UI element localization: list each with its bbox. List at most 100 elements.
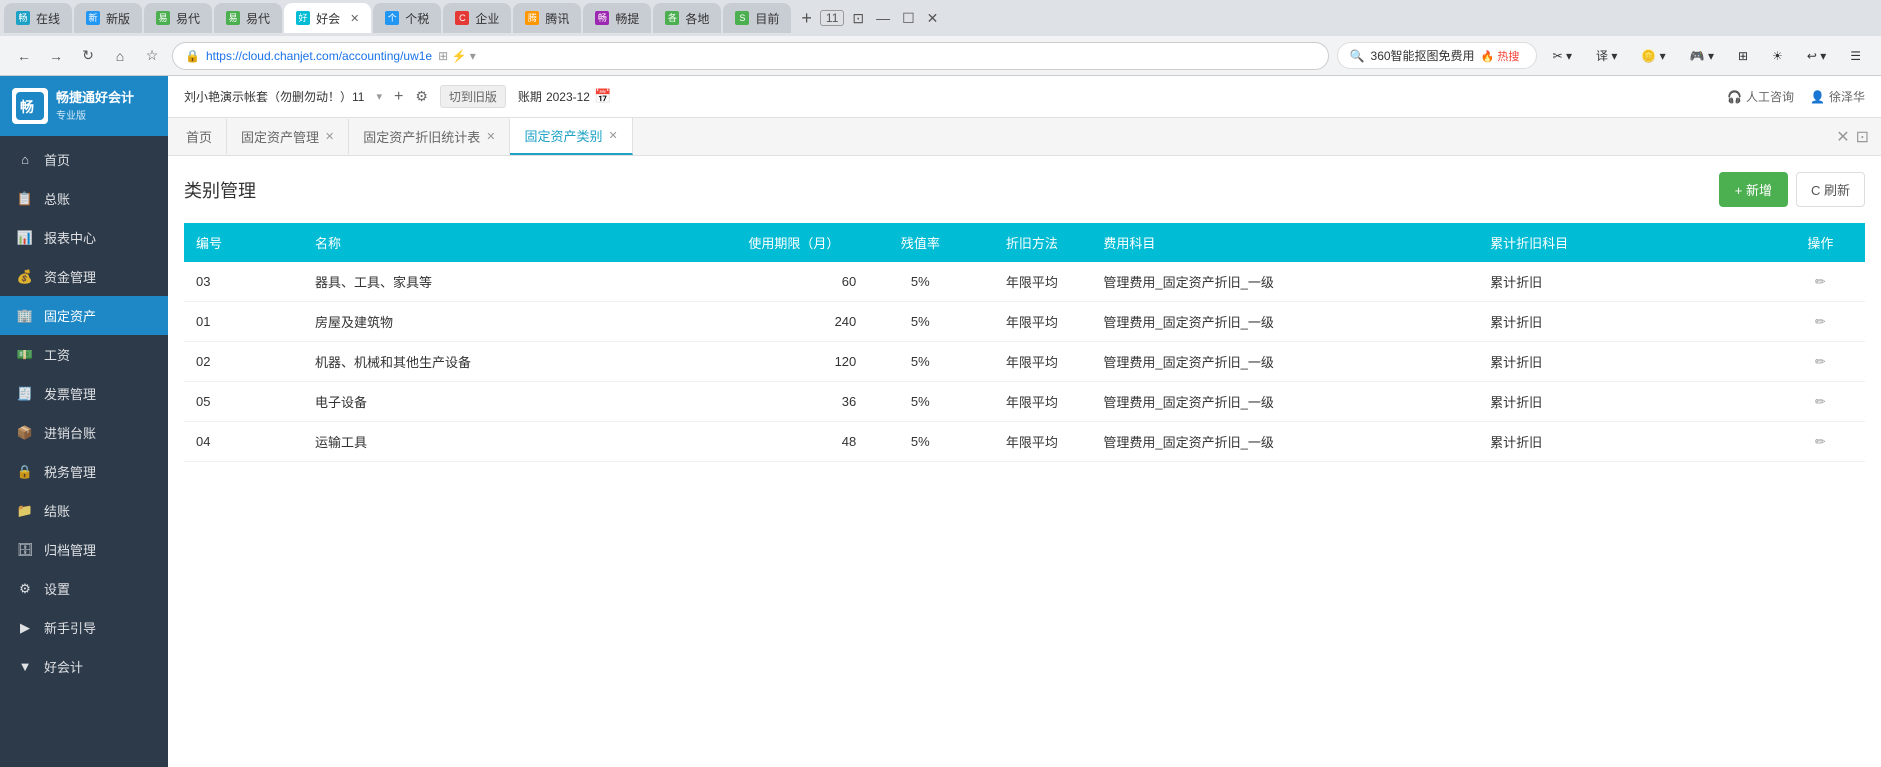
- reload-button[interactable]: ↻: [76, 44, 100, 68]
- more-icon: ▼: [16, 658, 34, 676]
- calendar-icon[interactable]: 📅: [594, 88, 611, 105]
- col-name: 名称: [303, 223, 720, 262]
- tab-fixed-mgmt[interactable]: 固定资产管理 ✕: [227, 119, 349, 154]
- browser-tab-4[interactable]: 易 易代: [214, 3, 282, 33]
- sidebar-item-home[interactable]: ⌂ 首页: [0, 140, 168, 179]
- tab-close-category[interactable]: ✕: [609, 129, 618, 142]
- topbar-period: 账期 2023-12 📅: [518, 88, 612, 105]
- sidebar-item-salary[interactable]: 💵 工资: [0, 335, 168, 374]
- settings-cog-button[interactable]: ⚙: [415, 88, 428, 105]
- browser-tab-5[interactable]: 好 好会 ✕: [284, 3, 371, 33]
- browser-tab-3[interactable]: 易 易代: [144, 3, 212, 33]
- close-window-icon[interactable]: ✕: [923, 10, 943, 27]
- row2-period: 240: [720, 302, 869, 342]
- menu-icon-btn[interactable]: ☰: [1842, 45, 1869, 67]
- minimize-icon[interactable]: —: [872, 10, 894, 26]
- browser-tab-2[interactable]: 新 新版: [74, 3, 142, 33]
- sidebar-item-fund[interactable]: 💰 资金管理: [0, 257, 168, 296]
- sidebar-item-invoice[interactable]: 🧾 发票管理: [0, 374, 168, 413]
- edit-icon-row3[interactable]: ✏: [1815, 354, 1826, 369]
- row3-code: 02: [184, 342, 303, 382]
- tab-close-depreciation[interactable]: ✕: [486, 130, 495, 143]
- main-content: 类别管理 + 新增 C 刷新 编号 名称 使用期限（月） 残值率 折旧方法 费用…: [168, 156, 1881, 767]
- edit-icon-row4[interactable]: ✏: [1815, 394, 1826, 409]
- new-tab-button[interactable]: +: [797, 8, 816, 29]
- browser-tab-6[interactable]: 个 个税: [373, 3, 441, 33]
- row2-action[interactable]: ✏: [1776, 302, 1865, 342]
- col-period: 使用期限（月）: [720, 223, 869, 262]
- tab-favicon-4: 易: [226, 11, 240, 25]
- row3-name: 机器、机械和其他生产设备: [303, 342, 720, 382]
- tab-favicon-7: C: [455, 11, 469, 25]
- service-label: 人工咨询: [1746, 88, 1794, 105]
- tab-close-5[interactable]: ✕: [350, 12, 359, 25]
- translate-icon-btn[interactable]: 译 ▾: [1588, 43, 1625, 68]
- edit-icon-row1[interactable]: ✏: [1815, 274, 1826, 289]
- cut-icon-btn[interactable]: ✂ ▾: [1545, 45, 1580, 67]
- row5-period: 48: [720, 422, 869, 462]
- bookmark-button[interactable]: ☆: [140, 44, 164, 68]
- user-dropdown-icon[interactable]: ▾: [376, 90, 382, 103]
- browser-tab-1[interactable]: 畅 在线: [4, 3, 72, 33]
- forward-button[interactable]: →: [44, 44, 68, 68]
- browser-tab-7[interactable]: C 企业: [443, 3, 511, 33]
- browser-tab-11[interactable]: S 目前: [723, 3, 791, 33]
- sidebar-item-guide[interactable]: ▶ 新手引导: [0, 608, 168, 647]
- restore-down-icon[interactable]: ⊡: [848, 10, 868, 27]
- sidebar-item-archive[interactable]: 🗄 归档管理: [0, 530, 168, 569]
- address-text: https://cloud.chanjet.com/accounting/uw1…: [206, 49, 432, 63]
- row5-expense-subject: 管理费用_固定资产折旧_一级: [1091, 422, 1478, 462]
- sidebar-item-ledger[interactable]: 📋 总账: [0, 179, 168, 218]
- row3-action[interactable]: ✏: [1776, 342, 1865, 382]
- sidebar-item-purchase-sale[interactable]: 📦 进销台账: [0, 413, 168, 452]
- history-icon-btn[interactable]: ↩ ▾: [1799, 45, 1834, 67]
- col-method: 折旧方法: [972, 223, 1091, 262]
- search-box[interactable]: 🔍 360智能抠图免费用 🔥 热搜: [1337, 42, 1537, 69]
- browser-chrome: 畅 在线 新 新版 易 易代 易 易代 好 好会 ✕ 个 个税 C 企业 腾: [0, 0, 1881, 76]
- coin-icon-btn[interactable]: 🪙 ▾: [1633, 45, 1673, 67]
- tab-label-7: 企业: [475, 10, 499, 27]
- edit-icon-row2[interactable]: ✏: [1815, 314, 1826, 329]
- tab-depreciation[interactable]: 固定资产折旧统计表 ✕: [349, 119, 510, 154]
- refresh-button[interactable]: C 刷新: [1796, 172, 1865, 207]
- browser-tab-10[interactable]: 各 各地: [653, 3, 721, 33]
- tab-close-fixed-mgmt[interactable]: ✕: [325, 130, 334, 143]
- sidebar-item-fixed-asset[interactable]: 🏢 固定资产: [0, 296, 168, 335]
- switch-version-button[interactable]: 切到旧版: [440, 85, 506, 108]
- sidebar-item-report[interactable]: 📊 报表中心: [0, 218, 168, 257]
- address-input[interactable]: 🔒 https://cloud.chanjet.com/accounting/u…: [172, 42, 1329, 70]
- tab-home[interactable]: 首页: [172, 119, 227, 154]
- sidebar-item-closing[interactable]: 📁 结账: [0, 491, 168, 530]
- app-topbar: 刘小艳演示帐套（勿删勿动！）11 ▾ + ⚙ 切到旧版 账期 2023-12 📅…: [168, 76, 1881, 118]
- grid-icon-btn[interactable]: ⊞: [1730, 45, 1756, 67]
- browser-tab-8[interactable]: 腾 腾讯: [513, 3, 581, 33]
- service-button[interactable]: 🎧 人工咨询: [1727, 88, 1794, 105]
- tab-category[interactable]: 固定资产类别 ✕: [510, 118, 632, 155]
- tab-favicon-5: 好: [296, 11, 310, 25]
- game-icon-btn[interactable]: 🎮 ▾: [1682, 45, 1722, 67]
- add-button[interactable]: + 新增: [1719, 172, 1788, 207]
- sidebar-item-more[interactable]: ▼ 好会计: [0, 647, 168, 686]
- maximize-icon[interactable]: ☐: [898, 10, 919, 27]
- brightness-icon-btn[interactable]: ☀: [1764, 45, 1791, 67]
- edit-icon-row5[interactable]: ✏: [1815, 434, 1826, 449]
- tab-favicon-8: 腾: [525, 11, 539, 25]
- user-profile-button[interactable]: 👤 徐泽华: [1810, 88, 1865, 105]
- tab-favicon-2: 新: [86, 11, 100, 25]
- period-label: 账期: [518, 88, 542, 105]
- row5-action[interactable]: ✏: [1776, 422, 1865, 462]
- add-account-button[interactable]: +: [394, 88, 403, 106]
- close-panel-icon[interactable]: ✕: [1836, 127, 1849, 147]
- row4-action[interactable]: ✏: [1776, 382, 1865, 422]
- sidebar-item-settings[interactable]: ⚙ 设置: [0, 569, 168, 608]
- sidebar-item-label-home: 首页: [44, 150, 70, 169]
- expand-panel-icon[interactable]: ⊡: [1856, 127, 1869, 147]
- table-body: 03 器具、工具、家具等 60 5% 年限平均 管理费用_固定资产折旧_一级 累…: [184, 262, 1865, 462]
- closing-icon: 📁: [16, 502, 34, 520]
- sidebar-nav: ⌂ 首页 📋 总账 📊 报表中心 💰 资金管理 🏢 固定资产 💵 工资: [0, 136, 168, 767]
- back-button[interactable]: ←: [12, 44, 36, 68]
- home-button[interactable]: ⌂: [108, 44, 132, 68]
- sidebar-item-tax[interactable]: 🔒 税务管理: [0, 452, 168, 491]
- browser-tab-9[interactable]: 畅 畅提: [583, 3, 651, 33]
- row1-action[interactable]: ✏: [1776, 262, 1865, 302]
